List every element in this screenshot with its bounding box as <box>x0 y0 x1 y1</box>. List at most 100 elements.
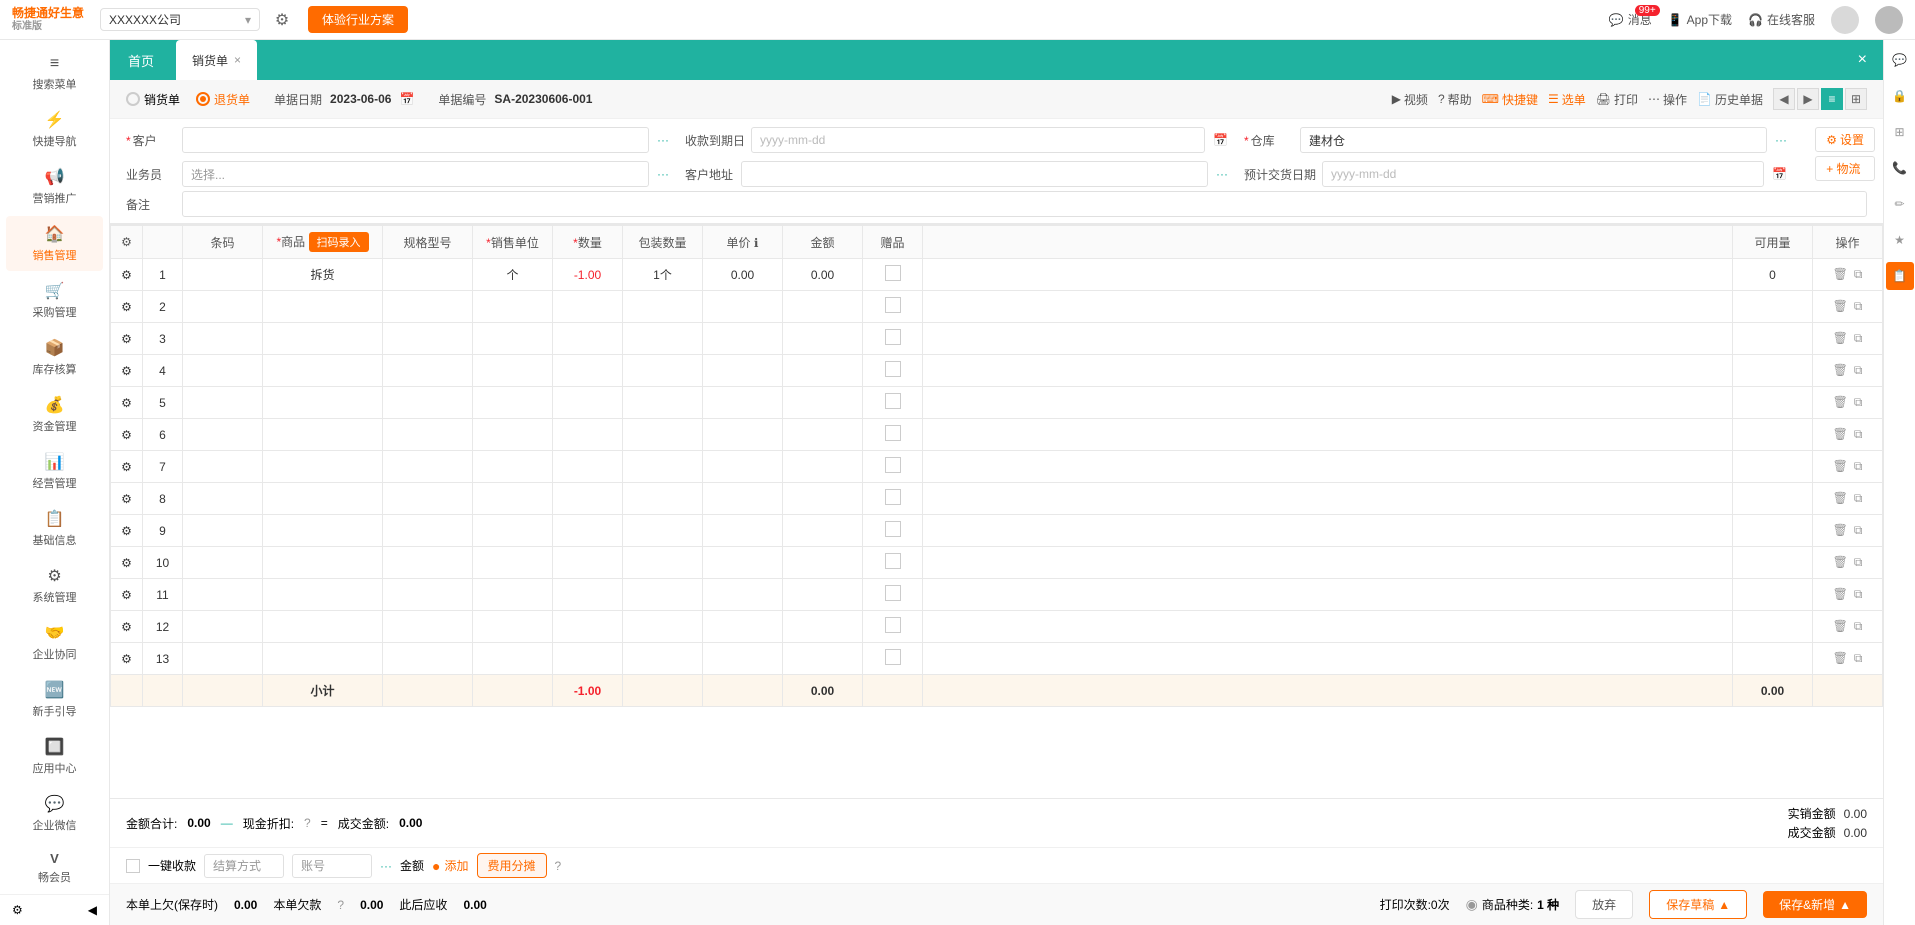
sidebar-item-member[interactable]: V 畅会员 <box>6 843 103 893</box>
delete-icon[interactable]: 🗑 <box>1833 299 1848 314</box>
delete-icon[interactable]: 🗑 <box>1833 331 1848 346</box>
copy-row-icon-1[interactable]: ⧉ <box>1854 267 1863 282</box>
expected-date-input[interactable]: yyyy-mm-dd <box>1322 161 1764 187</box>
calendar-due-icon[interactable]: 📅 <box>1213 133 1228 147</box>
row-gift-1[interactable] <box>863 259 923 291</box>
collapse-icon[interactable]: ◀ <box>88 903 97 917</box>
save-new-btn[interactable]: 保存&新增 ▲ <box>1763 891 1867 918</box>
toolbar-select[interactable]: ☰ 选单 <box>1548 91 1586 108</box>
discard-btn[interactable]: 放弃 <box>1575 890 1633 919</box>
avatar[interactable] <box>1831 6 1859 34</box>
delete-icon[interactable]: 🗑 <box>1833 459 1848 474</box>
right-panel-star[interactable]: ★ <box>1886 226 1914 254</box>
row-unit-1[interactable]: 个 <box>473 259 553 291</box>
tab-home[interactable]: 首页 <box>110 40 172 80</box>
question-icon[interactable]: ? <box>304 816 311 830</box>
toolbar-operate[interactable]: ⋯ 操作 <box>1648 91 1687 108</box>
delete-row-icon-1[interactable]: 🗑 <box>1833 267 1848 282</box>
settings-bottom-icon[interactable]: ⚙ <box>12 903 23 917</box>
calendar-icon[interactable]: 📅 <box>399 92 414 106</box>
copy-icon[interactable]: ⧉ <box>1854 491 1863 506</box>
calc-method-input[interactable]: 结算方式 <box>204 854 284 878</box>
customer-more-icon[interactable]: ··· <box>657 133 669 147</box>
tab-sales-order[interactable]: 销货单 × <box>176 40 257 80</box>
sidebar-item-purchase[interactable]: 🛒 采购管理 <box>6 273 103 328</box>
right-panel-lock[interactable]: 🔒 <box>1886 82 1914 110</box>
copy-icon[interactable]: ⧉ <box>1854 299 1863 314</box>
calendar-expected-icon[interactable]: 📅 <box>1772 167 1787 181</box>
sidebar-item-apps[interactable]: 🔲 应用中心 <box>6 729 103 784</box>
salesperson-input[interactable]: 选择... <box>182 161 649 187</box>
sidebar-item-guide[interactable]: 🆕 新手引导 <box>6 672 103 727</box>
sidebar-item-sales[interactable]: 🏠 销售管理 <box>6 216 103 271</box>
toolbar-history[interactable]: 📄 历史单据 <box>1697 91 1763 108</box>
delete-icon[interactable]: 🗑 <box>1833 491 1848 506</box>
row-pack-1[interactable]: 1个 <box>623 259 703 291</box>
row-amount-1[interactable]: 0.00 <box>783 259 863 291</box>
copy-icon[interactable]: ⧉ <box>1854 619 1863 634</box>
app-download-link[interactable]: 📱 App下载 <box>1668 11 1732 28</box>
customer-input[interactable] <box>182 127 649 153</box>
row-qty-1[interactable]: -1.00 <box>553 259 623 291</box>
copy-icon[interactable]: ⧉ <box>1854 555 1863 570</box>
payment-due-input[interactable]: yyyy-mm-dd <box>751 127 1205 153</box>
row-goods-1[interactable]: 拆货 <box>263 259 383 291</box>
add-payment-btn[interactable]: 添加 <box>445 857 469 874</box>
grid-view-btn[interactable]: ⊞ <box>1845 88 1867 110</box>
th-settings[interactable]: ⚙ <box>111 226 143 259</box>
settings-form-btn[interactable]: ⚙ 设置 <box>1815 127 1875 152</box>
copy-icon[interactable]: ⧉ <box>1854 331 1863 346</box>
remarks-input[interactable] <box>182 191 1867 217</box>
delete-icon[interactable]: 🗑 <box>1833 587 1848 602</box>
copy-icon[interactable]: ⧉ <box>1854 427 1863 442</box>
logistics-btn[interactable]: + 物流 <box>1815 156 1875 181</box>
account-input[interactable]: 账号 <box>292 854 372 878</box>
toolbar-shortcut[interactable]: ⌨ 快捷键 <box>1482 91 1538 108</box>
payment-more-icon[interactable]: ··· <box>380 859 392 873</box>
copy-icon[interactable]: ⧉ <box>1854 395 1863 410</box>
sidebar-item-inventory[interactable]: 📦 库存核算 <box>6 330 103 385</box>
warehouse-more-icon[interactable]: ··· <box>1775 133 1787 147</box>
right-panel-chat[interactable]: 💬 <box>1886 46 1914 74</box>
row-spec-1[interactable] <box>383 259 473 291</box>
trial-button[interactable]: 体验行业方案 <box>308 6 408 33</box>
delete-icon[interactable]: 🗑 <box>1833 555 1848 570</box>
copy-icon[interactable]: ⧉ <box>1854 651 1863 666</box>
right-panel-grid[interactable]: ⊞ <box>1886 118 1914 146</box>
row-price-1[interactable]: 0.00 <box>703 259 783 291</box>
delete-icon[interactable]: 🗑 <box>1833 427 1848 442</box>
fee-split-btn[interactable]: 费用分摊 <box>477 853 547 878</box>
row-barcode-1[interactable] <box>183 259 263 291</box>
sidebar-item-quicknav[interactable]: ⚡ 快捷导航 <box>6 102 103 157</box>
sidebar-item-collab[interactable]: 🤝 企业协同 <box>6 615 103 670</box>
list-view-btn[interactable]: ≡ <box>1821 88 1843 110</box>
sidebar-item-operations[interactable]: 📊 经营管理 <box>6 444 103 499</box>
delete-icon[interactable]: 🗑 <box>1833 395 1848 410</box>
addr-more-icon[interactable]: ··· <box>1216 167 1228 181</box>
toolbar-print[interactable]: 🖨 打印 <box>1596 91 1638 108</box>
customer-addr-input[interactable] <box>741 161 1208 187</box>
copy-icon[interactable]: ⧉ <box>1854 587 1863 602</box>
message-badge[interactable]: 💬 消息 99+ <box>1609 11 1652 28</box>
toolbar-help[interactable]: ? 帮助 <box>1438 91 1472 108</box>
close-all-icon[interactable]: × <box>1858 51 1867 69</box>
fee-help-icon[interactable]: ? <box>555 859 562 873</box>
settings-icon[interactable]: ⚙ <box>268 6 296 34</box>
radio-return-order[interactable]: 退货单 <box>196 91 250 108</box>
row-settings-1[interactable]: ⚙ <box>111 259 143 291</box>
copy-icon[interactable]: ⧉ <box>1854 459 1863 474</box>
toolbar-video[interactable]: ▶ 视频 <box>1392 91 1428 108</box>
delete-icon[interactable]: 🗑 <box>1833 619 1848 634</box>
right-panel-orange[interactable]: 📋 <box>1886 262 1914 290</box>
delete-icon[interactable]: 🗑 <box>1833 651 1848 666</box>
sidebar-item-system[interactable]: ⚙ 系统管理 <box>6 558 103 613</box>
company-selector[interactable]: XXXXXX公司 ▾ <box>100 8 260 31</box>
one-click-pay-checkbox[interactable] <box>126 859 140 873</box>
question-2-icon[interactable]: ? <box>337 898 344 912</box>
next-record-btn[interactable]: ▶ <box>1797 88 1819 110</box>
radio-sales-order[interactable]: 销货单 <box>126 91 180 108</box>
scan-btn[interactable]: 扫码录入 <box>309 232 369 252</box>
sidebar-item-search[interactable]: ≡ 搜索菜单 <box>6 47 103 100</box>
sidebar-item-wechat[interactable]: 💬 企业微信 <box>6 786 103 841</box>
save-draft-btn[interactable]: 保存草稿 ▲ <box>1649 890 1747 919</box>
